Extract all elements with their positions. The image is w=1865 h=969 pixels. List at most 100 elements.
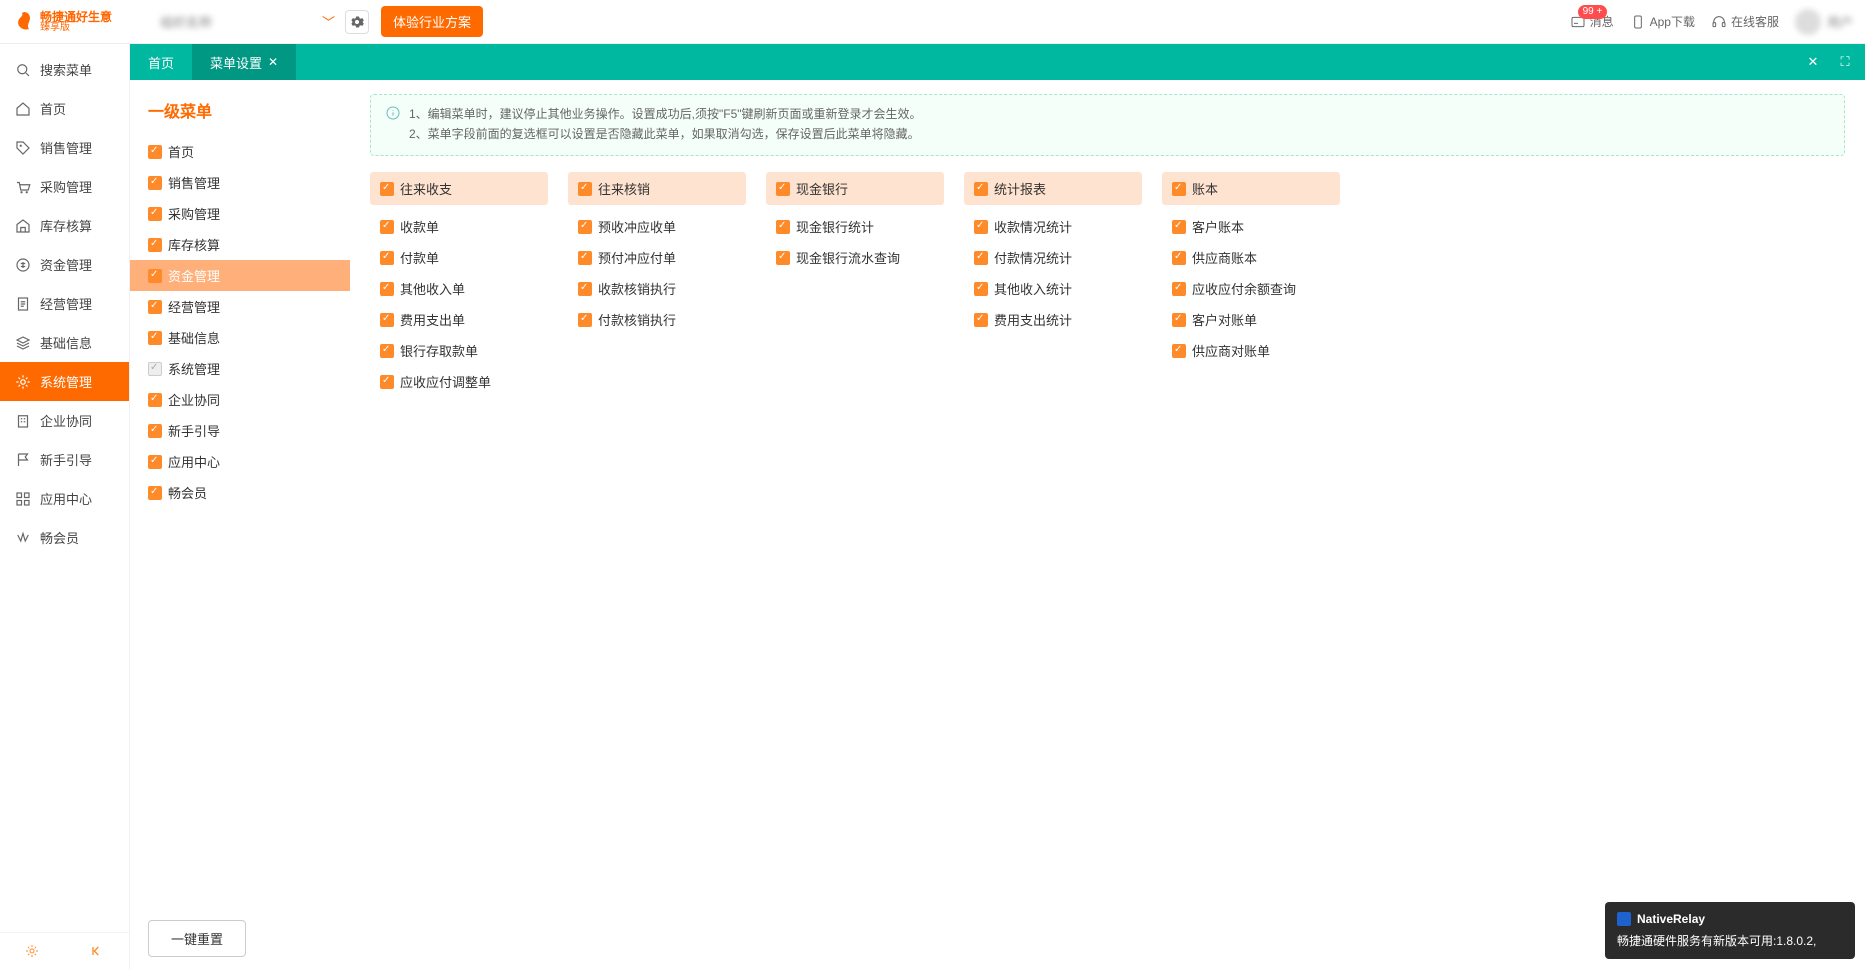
group-header[interactable]: 往来核销: [568, 172, 746, 205]
nav-item-7[interactable]: 基础信息: [0, 323, 129, 362]
reset-button[interactable]: 一键重置: [148, 920, 246, 957]
fullscreen-icon[interactable]: ⛶: [1833, 54, 1857, 70]
footer-settings-icon[interactable]: [24, 943, 40, 959]
group-item[interactable]: 其他收入统计: [964, 273, 1142, 304]
group-item[interactable]: 收款情况统计: [964, 211, 1142, 242]
checkbox[interactable]: [1172, 344, 1186, 358]
org-selector[interactable]: 组织名称: [150, 8, 222, 35]
group-item[interactable]: 付款情况统计: [964, 242, 1142, 273]
nav-item-3[interactable]: 采购管理: [0, 167, 129, 206]
group-item[interactable]: 付款单: [370, 242, 548, 273]
checkbox[interactable]: [974, 220, 988, 234]
group-item[interactable]: 应收应付余额查询: [1162, 273, 1340, 304]
menu-item-4[interactable]: 资金管理: [130, 260, 350, 291]
menu-item-6[interactable]: 基础信息: [130, 322, 350, 353]
group-item[interactable]: 费用支出单: [370, 304, 548, 335]
checkbox[interactable]: [578, 220, 592, 234]
menu-item-7[interactable]: 系统管理: [130, 353, 350, 384]
checkbox[interactable]: [148, 486, 162, 500]
nav-item-11[interactable]: 应用中心: [0, 479, 129, 518]
checkbox[interactable]: [380, 182, 394, 196]
group-item[interactable]: 客户对账单: [1162, 304, 1340, 335]
menu-item-0[interactable]: 首页: [130, 136, 350, 167]
group-item[interactable]: 应收应付调整单: [370, 366, 548, 397]
close-icon[interactable]: ✕: [268, 55, 278, 69]
chevron-down-icon[interactable]: ﹀: [322, 12, 335, 31]
nav-item-5[interactable]: 资金管理: [0, 245, 129, 284]
checkbox[interactable]: [148, 331, 162, 345]
checkbox[interactable]: [148, 362, 162, 376]
nav-item-0[interactable]: 搜索菜单: [0, 50, 129, 89]
group-header[interactable]: 现金银行: [766, 172, 944, 205]
checkbox[interactable]: [974, 251, 988, 265]
menu-item-10[interactable]: 应用中心: [130, 446, 350, 477]
checkbox[interactable]: [578, 251, 592, 265]
nav-item-10[interactable]: 新手引导: [0, 440, 129, 479]
menu-item-9[interactable]: 新手引导: [130, 415, 350, 446]
checkbox[interactable]: [148, 393, 162, 407]
checkbox[interactable]: [380, 251, 394, 265]
footer-collapse-icon[interactable]: [89, 943, 105, 959]
checkbox[interactable]: [776, 220, 790, 234]
nav-item-4[interactable]: 库存核算: [0, 206, 129, 245]
nav-item-12[interactable]: 畅会员: [0, 518, 129, 557]
checkbox[interactable]: [776, 182, 790, 196]
checkbox[interactable]: [1172, 220, 1186, 234]
menu-item-1[interactable]: 销售管理: [130, 167, 350, 198]
settings-gear-icon[interactable]: [345, 10, 369, 34]
cta-button[interactable]: 体验行业方案: [381, 6, 483, 37]
checkbox[interactable]: [1172, 182, 1186, 196]
checkbox[interactable]: [380, 375, 394, 389]
checkbox[interactable]: [380, 344, 394, 358]
tab-0[interactable]: 首页: [130, 44, 192, 80]
messages-button[interactable]: 99 + 消息: [1570, 13, 1614, 30]
nav-item-6[interactable]: 经营管理: [0, 284, 129, 323]
checkbox[interactable]: [380, 313, 394, 327]
group-header[interactable]: 往来收支: [370, 172, 548, 205]
checkbox[interactable]: [1172, 251, 1186, 265]
menu-item-5[interactable]: 经营管理: [130, 291, 350, 322]
checkbox[interactable]: [148, 300, 162, 314]
checkbox[interactable]: [974, 282, 988, 296]
logo[interactable]: 畅捷通好生意 臻享版: [12, 10, 130, 34]
checkbox[interactable]: [380, 220, 394, 234]
group-item[interactable]: 付款核销执行: [568, 304, 746, 335]
checkbox[interactable]: [1172, 282, 1186, 296]
checkbox[interactable]: [148, 176, 162, 190]
group-item[interactable]: 其他收入单: [370, 273, 548, 304]
group-item[interactable]: 收款单: [370, 211, 548, 242]
checkbox[interactable]: [974, 182, 988, 196]
checkbox[interactable]: [974, 313, 988, 327]
nav-item-2[interactable]: 销售管理: [0, 128, 129, 167]
nav-item-1[interactable]: 首页: [0, 89, 129, 128]
checkbox[interactable]: [578, 313, 592, 327]
group-item[interactable]: 现金银行统计: [766, 211, 944, 242]
checkbox[interactable]: [776, 251, 790, 265]
nav-item-8[interactable]: 系统管理: [0, 362, 129, 401]
checkbox[interactable]: [380, 282, 394, 296]
group-item[interactable]: 客户账本: [1162, 211, 1340, 242]
group-item[interactable]: 供应商对账单: [1162, 335, 1340, 366]
menu-item-3[interactable]: 库存核算: [130, 229, 350, 260]
group-item[interactable]: 预付冲应付单: [568, 242, 746, 273]
group-item[interactable]: 供应商账本: [1162, 242, 1340, 273]
group-item[interactable]: 收款核销执行: [568, 273, 746, 304]
group-header[interactable]: 统计报表: [964, 172, 1142, 205]
checkbox[interactable]: [148, 455, 162, 469]
checkbox[interactable]: [578, 182, 592, 196]
checkbox[interactable]: [148, 145, 162, 159]
update-toast[interactable]: NativeRelay 畅捷通硬件服务有新版本可用:1.8.0.2,: [1605, 902, 1855, 959]
nav-item-9[interactable]: 企业协同: [0, 401, 129, 440]
checkbox[interactable]: [148, 424, 162, 438]
checkbox[interactable]: [148, 269, 162, 283]
checkbox[interactable]: [1172, 313, 1186, 327]
group-item[interactable]: 预收冲应收单: [568, 211, 746, 242]
menu-item-11[interactable]: 畅会员: [130, 477, 350, 508]
checkbox[interactable]: [148, 207, 162, 221]
group-item[interactable]: 现金银行流水查询: [766, 242, 944, 273]
app-download-button[interactable]: App下载: [1630, 13, 1695, 30]
group-item[interactable]: 银行存取款单: [370, 335, 548, 366]
group-item[interactable]: 费用支出统计: [964, 304, 1142, 335]
group-header[interactable]: 账本: [1162, 172, 1340, 205]
online-service-button[interactable]: 在线客服: [1711, 13, 1779, 30]
